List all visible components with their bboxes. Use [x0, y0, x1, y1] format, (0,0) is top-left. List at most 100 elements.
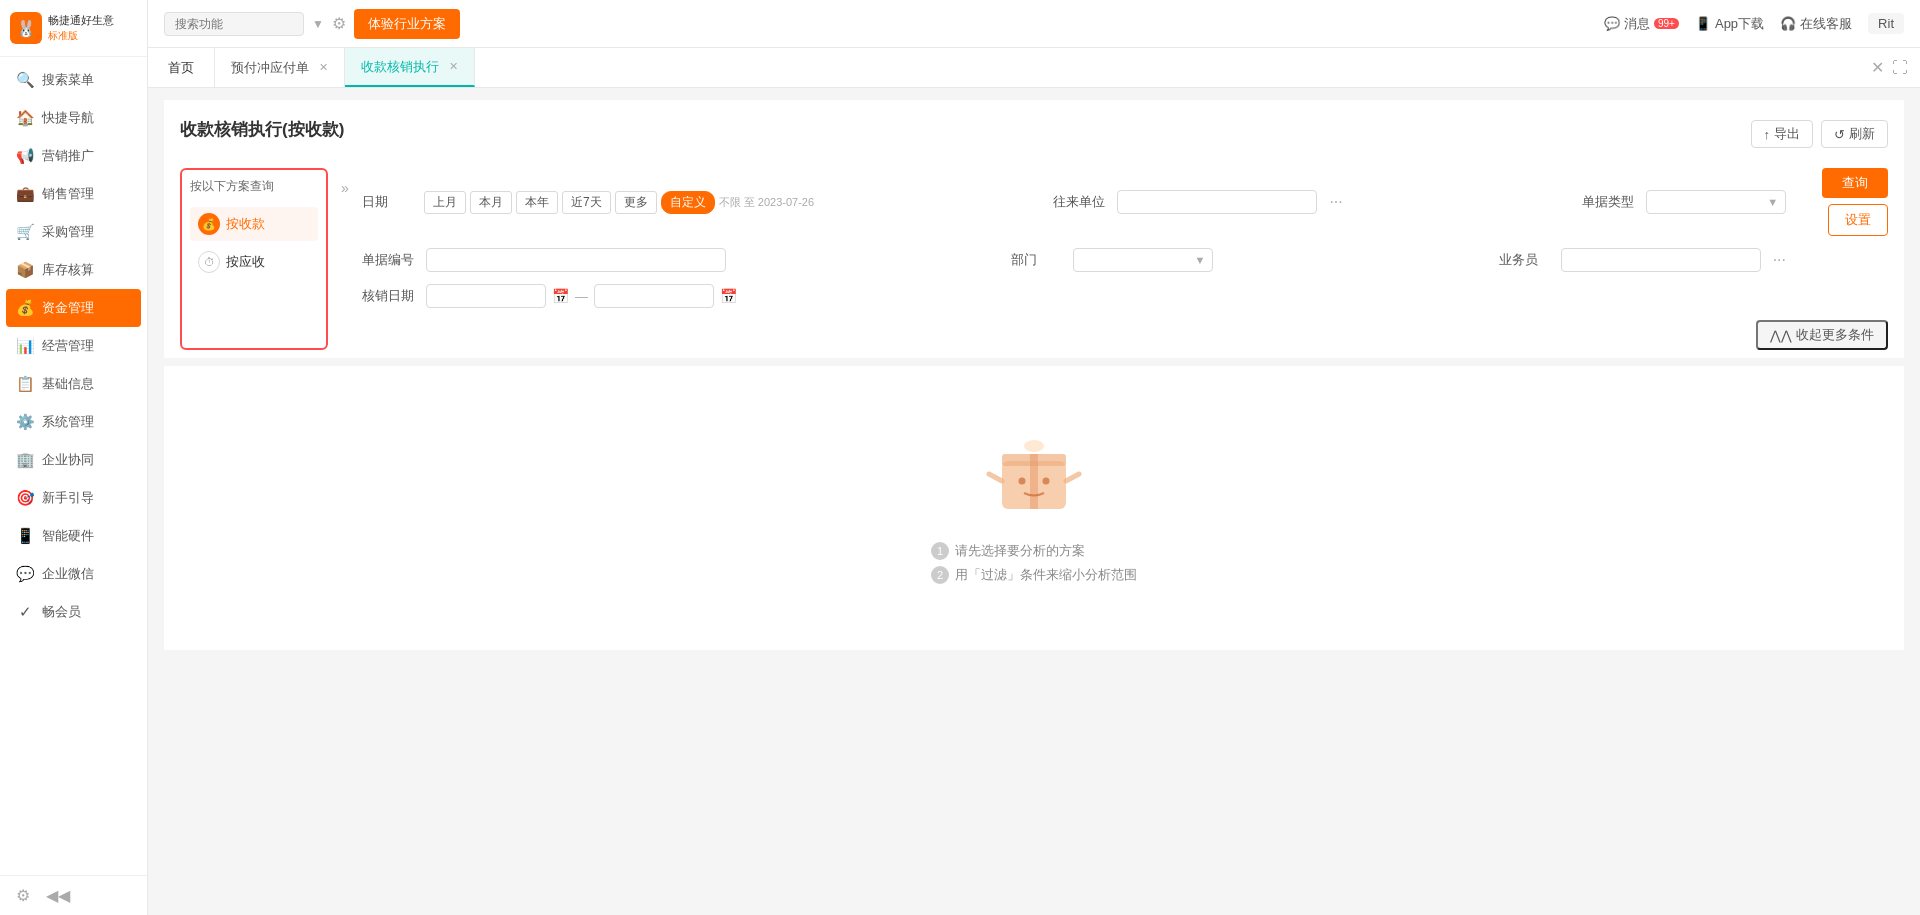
- page-header: 收款核销执行(按收款) ↑ 导出 ↺ 刷新: [164, 100, 1904, 156]
- sidebar-item-label: 企业微信: [42, 565, 94, 583]
- search-chevron-icon[interactable]: ▼: [312, 17, 324, 31]
- tab-close-all-icon[interactable]: ✕: [1871, 58, 1884, 77]
- export-btn[interactable]: ↑ 导出: [1751, 120, 1814, 148]
- doc-type-select[interactable]: [1646, 190, 1786, 214]
- query-btn[interactable]: 查询: [1822, 168, 1888, 198]
- enterprise-icon: 🏢: [16, 451, 34, 469]
- tab-receipts-label: 收款核销执行: [361, 58, 439, 76]
- app-download-icon: 📱: [1695, 16, 1711, 31]
- date-btn-custom[interactable]: 自定义: [661, 191, 715, 214]
- search-input[interactable]: [164, 12, 304, 36]
- filter-by-receivable[interactable]: ⏱ 按应收: [190, 245, 318, 279]
- sidebar-item-quick-nav[interactable]: 🏠快捷导航: [0, 99, 147, 137]
- sidebar-item-sales[interactable]: 💼销售管理: [0, 175, 147, 213]
- salesperson-input[interactable]: [1561, 248, 1761, 272]
- filter-area: 按以下方案查询 💰 按收款 ⏱ 按应收 » 日期: [164, 156, 1904, 358]
- empty-state: 1 请先选择要分析的方案 2 用「过滤」条件来缩小分析范围: [164, 366, 1904, 650]
- verify-date-start-input[interactable]: 2023-03-01: [426, 284, 546, 308]
- sidebar-item-label: 资金管理: [42, 299, 94, 317]
- settings-icon[interactable]: ⚙: [16, 886, 30, 905]
- filter-collapse-btn[interactable]: »: [336, 168, 354, 208]
- sidebar-item-smart-hw[interactable]: 📱智能硬件: [0, 517, 147, 555]
- tab-receipts-close-icon[interactable]: ✕: [449, 60, 458, 73]
- counterparty-label: 往来单位: [1053, 193, 1105, 211]
- purchase-icon: 🛒: [16, 223, 34, 241]
- member-icon: ✓: [16, 603, 34, 621]
- date-btn-this-year[interactable]: 本年: [516, 191, 558, 214]
- counterparty-input[interactable]: [1117, 190, 1317, 214]
- sidebar-item-purchase[interactable]: 🛒采购管理: [0, 213, 147, 251]
- tab-home[interactable]: 首页: [148, 48, 215, 87]
- sidebar-item-wechat[interactable]: 💬企业微信: [0, 555, 147, 593]
- date-btn-this-month[interactable]: 本月: [470, 191, 512, 214]
- empty-hints: 1 请先选择要分析的方案 2 用「过滤」条件来缩小分析范围: [931, 542, 1137, 590]
- filter-by-receipt[interactable]: 💰 按收款: [190, 207, 318, 241]
- refresh-btn[interactable]: ↺ 刷新: [1821, 120, 1888, 148]
- verify-date-label: 核销日期: [362, 287, 414, 305]
- settings-btn[interactable]: 设置: [1828, 204, 1888, 236]
- app-download-btn[interactable]: 📱 App下载: [1695, 15, 1764, 33]
- sidebar-item-finance[interactable]: 💰资金管理: [6, 289, 141, 327]
- sales-icon: 💼: [16, 185, 34, 203]
- verify-date-range: 2023-03-01 📅 — 2023-07-21 📅: [426, 284, 737, 308]
- sidebar-item-enterprise[interactable]: 🏢 企业协同: [0, 441, 147, 479]
- date-label: 日期: [362, 193, 412, 211]
- tab-receipts[interactable]: 收款核销执行 ✕: [345, 48, 475, 87]
- tab-prepay-close-icon[interactable]: ✕: [319, 61, 328, 74]
- sidebar-item-guide[interactable]: 🎯新手引导: [0, 479, 147, 517]
- salesperson-more-icon[interactable]: ···: [1773, 251, 1786, 269]
- department-select-wrapper: ▼: [1073, 248, 1213, 272]
- quick-nav-icon: 🏠: [16, 109, 34, 127]
- date-btn-more[interactable]: 更多: [615, 191, 657, 214]
- tabbar: 首页 预付冲应付单 ✕ 收款核销执行 ✕ ✕ ⛶: [148, 48, 1920, 88]
- date-btn-7days[interactable]: 近7天: [562, 191, 611, 214]
- filter-receipt-label: 按收款: [226, 215, 265, 233]
- verify-date-end-input[interactable]: 2023-07-21: [594, 284, 714, 308]
- sidebar-item-business[interactable]: 📊经营管理: [0, 327, 147, 365]
- sidebar-item-label: 库存核算: [42, 261, 94, 279]
- filter-row-3: 核销日期 2023-03-01 📅 — 2023-07-21 📅: [362, 284, 1888, 308]
- sidebar-item-inventory[interactable]: 📦 库存核算: [0, 251, 147, 289]
- doc-number-label: 单据编号: [362, 251, 414, 269]
- department-select[interactable]: [1073, 248, 1213, 272]
- collapse-sidebar-icon[interactable]: ◀◀: [46, 886, 70, 905]
- doc-number-input[interactable]: [426, 248, 726, 272]
- filter-row-2: 单据编号 部门 ▼ 业务员 ···: [362, 248, 1888, 272]
- message-badge: 99+: [1654, 18, 1679, 29]
- empty-hint-2: 2 用「过滤」条件来缩小分析范围: [931, 566, 1137, 584]
- verify-date-end-cal-icon[interactable]: 📅: [720, 288, 737, 304]
- sidebar-bottom: ⚙ ◀◀: [0, 875, 147, 915]
- salesperson-label: 业务员: [1499, 251, 1549, 269]
- page-title: 收款核销执行(按收款): [180, 118, 344, 151]
- sidebar-item-label: 企业协同: [42, 451, 94, 469]
- collapse-more-btn[interactable]: ⋀⋀ 收起更多条件: [1756, 320, 1888, 350]
- message-btn[interactable]: 💬 消息 99+: [1604, 15, 1679, 33]
- counterparty-more-icon[interactable]: ···: [1329, 193, 1342, 211]
- sidebar-item-label: 畅会员: [42, 603, 81, 621]
- page-toolbar: ↑ 导出 ↺ 刷新: [1751, 112, 1889, 156]
- user-name[interactable]: Rit: [1868, 13, 1904, 34]
- online-service-btn[interactable]: 🎧 在线客服: [1780, 15, 1852, 33]
- date-separator: —: [575, 289, 588, 304]
- topbar-right: 💬 消息 99+ 📱 App下载 🎧 在线客服 Rit: [1604, 13, 1904, 34]
- tab-prepay[interactable]: 预付冲应付单 ✕: [215, 48, 345, 87]
- search-icon: 🔍: [16, 71, 34, 89]
- sidebar-item-label: 营销推广: [42, 147, 94, 165]
- topbar-gear-icon[interactable]: ⚙: [332, 14, 346, 33]
- tab-expand-icon[interactable]: ⛶: [1892, 59, 1908, 77]
- inventory-icon: 📦: [16, 261, 34, 279]
- page-content: 收款核销执行(按收款) ↑ 导出 ↺ 刷新 按以下方案查询: [148, 88, 1920, 915]
- sidebar-item-member[interactable]: ✓ 畅会员: [0, 593, 147, 631]
- svg-line-5: [989, 474, 1002, 481]
- svg-point-3: [1019, 478, 1026, 485]
- empty-hint-1: 1 请先选择要分析的方案: [931, 542, 1137, 560]
- sidebar-item-search[interactable]: 🔍搜索菜单: [0, 61, 147, 99]
- industry-btn[interactable]: 体验行业方案: [354, 9, 460, 39]
- date-btn-last-month[interactable]: 上月: [424, 191, 466, 214]
- sidebar-item-marketing[interactable]: 📢营销推广: [0, 137, 147, 175]
- sidebar-item-system[interactable]: ⚙️系统管理: [0, 403, 147, 441]
- verify-date-start-cal-icon[interactable]: 📅: [552, 288, 569, 304]
- sidebar-item-label: 新手引导: [42, 489, 94, 507]
- hint-text-2: 用「过滤」条件来缩小分析范围: [955, 566, 1137, 584]
- sidebar-item-basic-info[interactable]: 📋基础信息: [0, 365, 147, 403]
